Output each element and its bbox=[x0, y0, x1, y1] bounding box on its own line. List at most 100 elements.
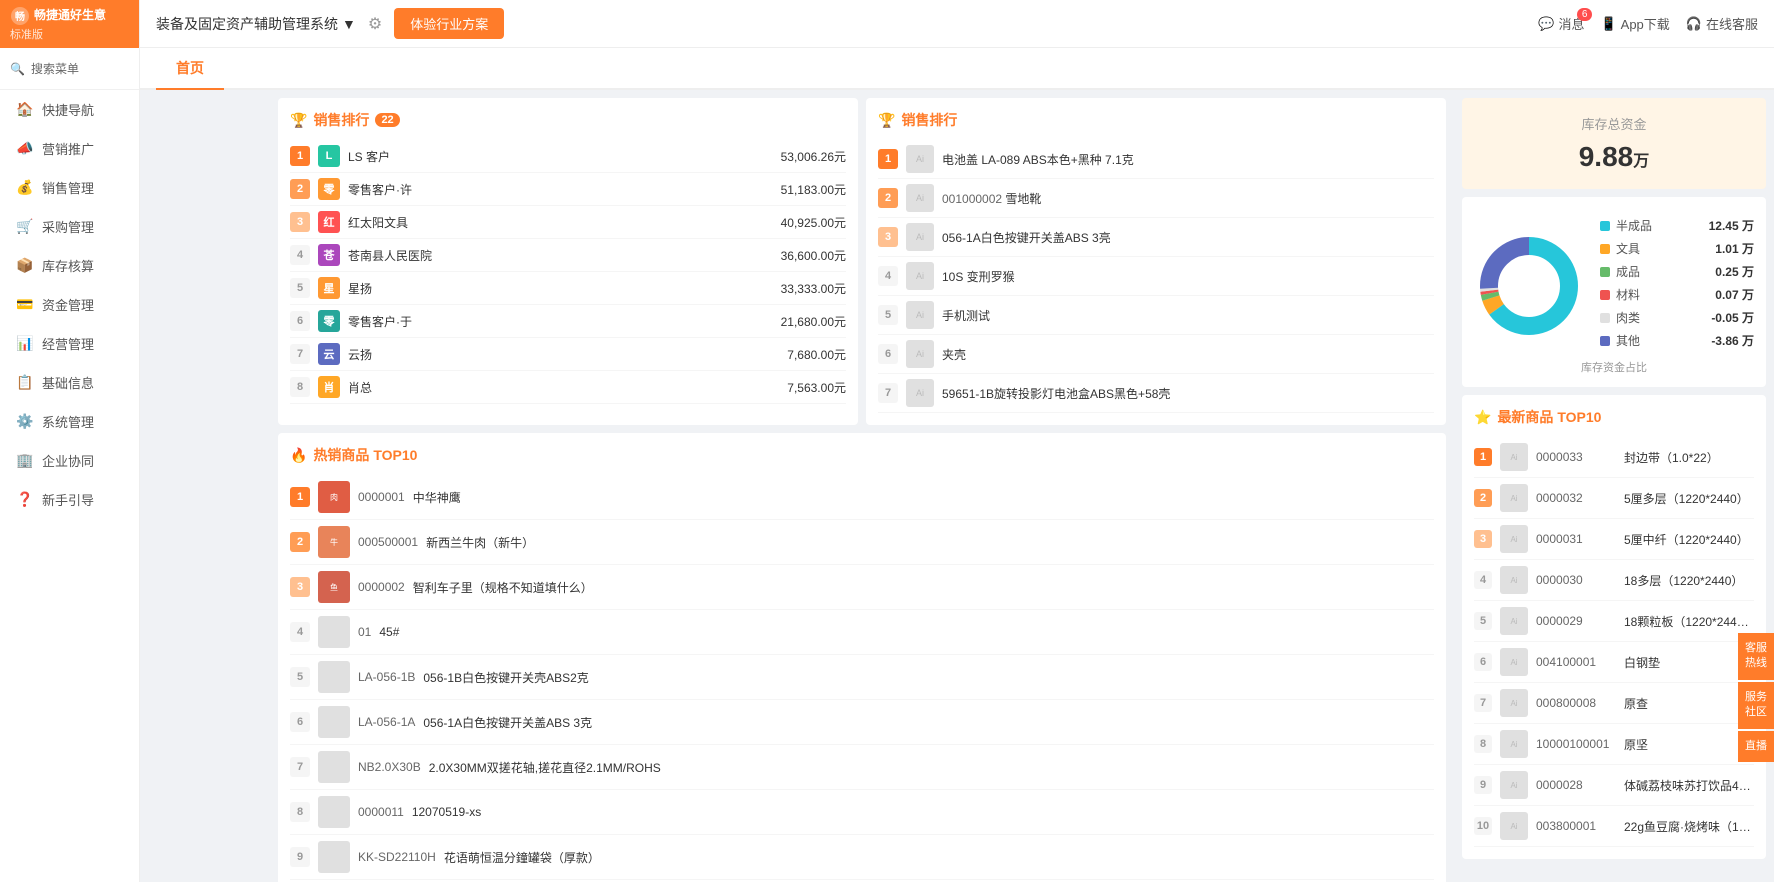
online-service-btn[interactable]: 🎧 在线客服 bbox=[1686, 14, 1758, 33]
product-name: 22g鱼豆腐·烧烤味（1*12*20） bbox=[1624, 818, 1754, 835]
donut-chart bbox=[1474, 231, 1584, 341]
legend-item: 材料 0.07 万 bbox=[1600, 286, 1754, 303]
product-code: 10000100001 bbox=[1536, 737, 1616, 751]
customer-amount: 51,183.00元 bbox=[781, 181, 846, 198]
product-img: Ai bbox=[906, 301, 934, 329]
product-img: Ai bbox=[1500, 566, 1528, 594]
chevron-down-icon: ▼ bbox=[342, 16, 356, 32]
rank-badge: 4 bbox=[1474, 571, 1492, 589]
list-item: 6 Ai 004100001 白钢垫 bbox=[1474, 642, 1754, 683]
float-btn-service[interactable]: 客服 热线 bbox=[1738, 633, 1774, 680]
rank-badge: 2 bbox=[1474, 489, 1492, 507]
table-row: 4 Ai 10S 变刑罗猴 bbox=[878, 257, 1434, 296]
rank-badge: 8 bbox=[290, 802, 310, 822]
avatar: 零 bbox=[318, 310, 340, 332]
sidebar-search-area[interactable]: 🔍 搜索菜单 bbox=[0, 48, 139, 90]
product-img: Ai bbox=[1500, 443, 1528, 471]
product-code: 000800008 bbox=[1536, 696, 1616, 710]
donut-container: 半成品 12.45 万 文具 1.01 万 成品 0.25 万 bbox=[1474, 217, 1754, 355]
legend-name: 肉类 bbox=[1616, 309, 1705, 326]
list-item: 4 01 45# bbox=[290, 610, 1434, 655]
sidebar-item-sales[interactable]: 💰 销售管理 bbox=[0, 168, 139, 207]
settings-icon[interactable]: ⚙ bbox=[368, 14, 382, 34]
svg-text:畅: 畅 bbox=[15, 10, 25, 23]
rank-badge: 3 bbox=[1474, 530, 1492, 548]
trophy-icon: 🏆 bbox=[290, 112, 307, 129]
customer-name: 肖总 bbox=[348, 379, 779, 396]
system-title-dropdown[interactable]: 装备及固定资产辅助管理系统 ▼ bbox=[156, 14, 356, 34]
product-img: Ai bbox=[1500, 771, 1528, 799]
customer-amount: 36,600.00元 bbox=[781, 247, 846, 264]
sidebar-item-quick-nav[interactable]: 🏠 快捷导航 bbox=[0, 90, 139, 129]
legend-value: 1.01 万 bbox=[1715, 240, 1754, 257]
rank-badge: 2 bbox=[290, 179, 310, 199]
product-code: KK-SD22110H bbox=[358, 850, 436, 864]
list-item: 9 KK-SD22110H 花语萌恒温分鐘罐袋（厚款） bbox=[290, 835, 1434, 880]
notifications-btn[interactable]: 💬 消息 6 bbox=[1538, 14, 1584, 33]
list-item: 2 Ai 0000032 5厘多层（1220*2440） bbox=[1474, 478, 1754, 519]
top-customers-card: 🏆 销售排行 22 1 L LS 客户 53,006.26元 bbox=[278, 98, 858, 425]
topbar-right: 💬 消息 6 📱 App下载 🎧 在线客服 bbox=[1538, 14, 1758, 33]
product-code: NB2.0X30B bbox=[358, 760, 421, 774]
right-panel: 库存总资金 9.88万 bbox=[1454, 90, 1774, 882]
rank-badge: 3 bbox=[878, 227, 898, 247]
product-name: 18颗粒板（1220*2440） bbox=[1624, 613, 1754, 630]
float-btn-community[interactable]: 服务 社区 bbox=[1738, 682, 1774, 729]
table-row: 5 星 星扬 33,333.00元 bbox=[290, 272, 846, 305]
guide-icon: ❓ bbox=[16, 491, 34, 509]
product-info: 056-1A白色按键开关盖ABS 3亮 bbox=[942, 229, 1434, 246]
list-item: 6 LA-056-1A 056-1A白色按键开关盖ABS 3克 bbox=[290, 700, 1434, 745]
sidebar-item-marketing[interactable]: 📣 营销推广 bbox=[0, 129, 139, 168]
product-code: 0000002 bbox=[358, 580, 405, 594]
sidebar-item-label: 基础信息 bbox=[42, 373, 94, 392]
star-icon: ⭐ bbox=[1474, 409, 1491, 426]
customer-amount: 40,925.00元 bbox=[781, 214, 846, 231]
product-name: 新西兰牛肉（新牛） bbox=[426, 534, 1434, 551]
sidebar-item-basic[interactable]: 📋 基础信息 bbox=[0, 363, 139, 402]
basic-icon: 📋 bbox=[16, 374, 34, 392]
legend-item: 肉类 -0.05 万 bbox=[1600, 309, 1754, 326]
product-name: 18多层（1220*2440） bbox=[1624, 572, 1754, 589]
sidebar-item-system[interactable]: ⚙️ 系统管理 bbox=[0, 402, 139, 441]
sidebar-item-finance[interactable]: 💳 资金管理 bbox=[0, 285, 139, 324]
operation-icon: 📊 bbox=[16, 335, 34, 353]
tab-home[interactable]: 首页 bbox=[156, 48, 224, 90]
list-item: 7 NB2.0X30B 2.0X30MM双搓花轴,搓花直径2.1MM/ROHS bbox=[290, 745, 1434, 790]
legend-item: 成品 0.25 万 bbox=[1600, 263, 1754, 280]
product-name: 智利车子里（规格不知道填什么） bbox=[413, 579, 1434, 596]
table-row: 7 Ai 59651-1B旋转投影灯电池盒ABS黑色+58壳 bbox=[878, 374, 1434, 413]
rank-badge: 7 bbox=[878, 383, 898, 403]
mobile-icon: 📱 bbox=[1600, 16, 1616, 32]
table-row: 3 Ai 056-1A白色按键开关盖ABS 3亮 bbox=[878, 218, 1434, 257]
legend-dot bbox=[1600, 313, 1610, 323]
table-row: 8 肖 肖总 7,563.00元 bbox=[290, 371, 846, 404]
rank-badge: 7 bbox=[290, 344, 310, 364]
trial-btn[interactable]: 体验行业方案 bbox=[394, 8, 504, 39]
search-menu-btn[interactable]: 🔍 搜索菜单 bbox=[10, 56, 129, 81]
sidebar-item-label: 资金管理 bbox=[42, 295, 94, 314]
customer-amount: 33,333.00元 bbox=[781, 280, 846, 297]
product-img: Ai bbox=[1500, 689, 1528, 717]
app-download-btn[interactable]: 📱 App下载 bbox=[1600, 14, 1669, 33]
list-item: 1 Ai 0000033 封边带（1.0*22） bbox=[1474, 437, 1754, 478]
product-code: 0000032 bbox=[1536, 491, 1616, 505]
product-name: 封边带（1.0*22） bbox=[1624, 449, 1754, 466]
sales-icon: 💰 bbox=[16, 179, 34, 197]
list-item: 4 Ai 0000030 18多层（1220*2440） bbox=[1474, 560, 1754, 601]
product-img: Ai bbox=[1500, 525, 1528, 553]
list-item: 8 0000011 12070519-xs bbox=[290, 790, 1434, 835]
inventory-total-card: 库存总资金 9.88万 bbox=[1462, 98, 1766, 189]
rank-badge: 2 bbox=[878, 188, 898, 208]
sidebar-item-purchase[interactable]: 🛒 采购管理 bbox=[0, 207, 139, 246]
rank-badge: 8 bbox=[290, 377, 310, 397]
sidebar-item-inventory[interactable]: 📦 库存核算 bbox=[0, 246, 139, 285]
float-btn-live[interactable]: 直播 bbox=[1738, 731, 1774, 762]
sidebar-item-operation[interactable]: 📊 经营管理 bbox=[0, 324, 139, 363]
trophy-icon-2: 🏆 bbox=[878, 112, 895, 129]
product-name: 原坚 bbox=[1624, 736, 1754, 753]
table-row: 3 红 红太阳文具 40,925.00元 bbox=[290, 206, 846, 239]
sidebar-item-enterprise[interactable]: 🏢 企业协同 bbox=[0, 441, 139, 480]
sidebar-item-guide[interactable]: ❓ 新手引导 bbox=[0, 480, 139, 519]
rank-badge: 10 bbox=[1474, 817, 1492, 835]
avatar: 肖 bbox=[318, 376, 340, 398]
